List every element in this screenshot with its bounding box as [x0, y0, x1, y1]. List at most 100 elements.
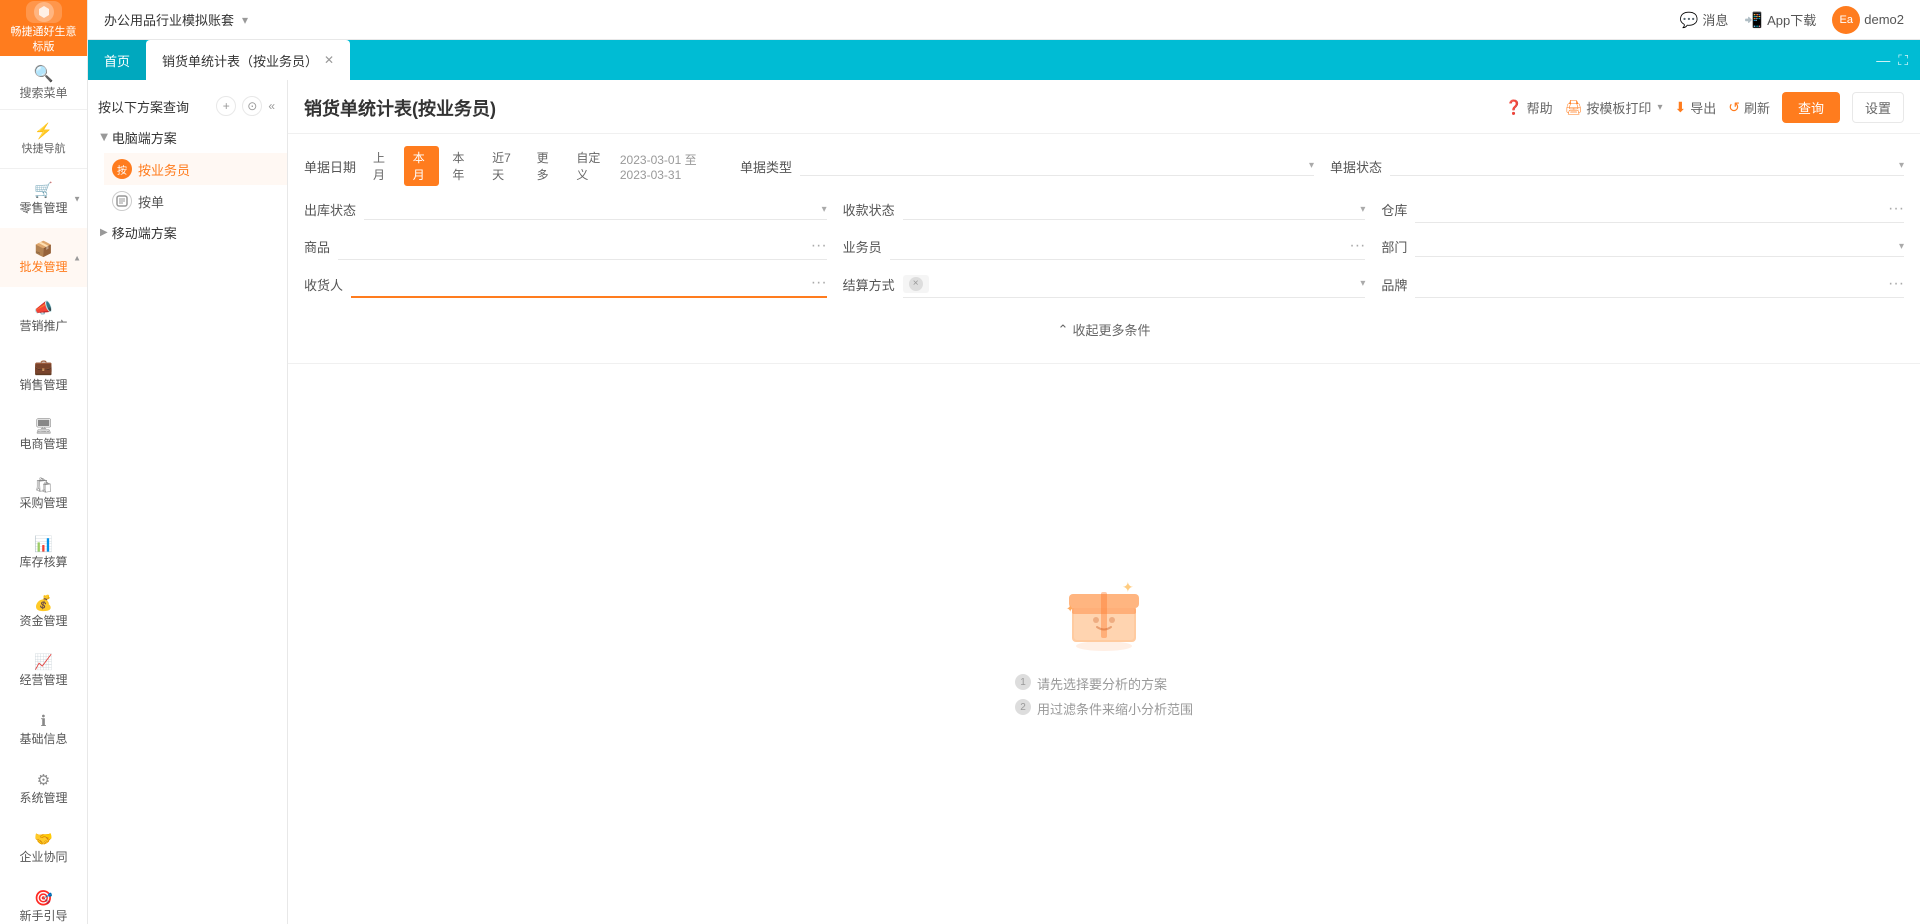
search-label: 搜索菜单 [19, 84, 67, 101]
basic-icon: ℹ [41, 712, 47, 730]
sidebar-item-wholesale[interactable]: 📦 批发管理 [0, 228, 87, 287]
nav-label: 快捷导航 [22, 140, 66, 156]
tree-leaf-by-order-label: 按单 [138, 192, 164, 211]
warehouse-dots-icon[interactable]: ··· [1888, 200, 1904, 218]
filter-order-status: 单据状态 ▾ [1330, 156, 1904, 176]
pay-status-select[interactable]: ▾ [903, 200, 1366, 220]
payment-select[interactable]: × ▾ [903, 271, 1366, 298]
empty-hint-2: 2 用过滤条件来缩小分析范围 [1015, 699, 1193, 718]
tab-close-icon[interactable]: ✕ [324, 53, 334, 67]
quick-nav[interactable]: ⚡ 快捷导航 [0, 110, 87, 169]
sidebar-item-enterprise[interactable]: 🤝 企业协同 [0, 818, 87, 877]
collapse-label: 收起更多条件 [1072, 320, 1150, 339]
page-title: 销货单统计表(按业务员) [304, 95, 496, 121]
svg-text:✦: ✦ [1122, 579, 1134, 595]
purchase-icon: 🛍 [34, 476, 53, 494]
inventory-label: 库存核算 [19, 553, 67, 570]
sidebar-item-newuser[interactable]: 🎯 新手引导 [0, 877, 87, 924]
tree-leaf-by-order[interactable]: 按单 [104, 185, 287, 217]
payment-tag: × [903, 275, 929, 293]
add-scheme-button[interactable]: + [216, 96, 236, 116]
query-button[interactable]: 查询 [1782, 92, 1840, 123]
export-button[interactable]: ⬇ 导出 [1674, 98, 1716, 117]
payment-arrow-icon: ▾ [1360, 278, 1365, 289]
filter-row-1: 单据日期 上月 本月 本年 近7天 更多 自定义 2023-03-01 至 20… [304, 146, 1904, 186]
help-button[interactable]: ❓ 帮助 [1505, 98, 1552, 117]
sidebar-item-retail[interactable]: 🛒 零售管理 [0, 169, 87, 228]
order-type-select[interactable]: ▾ [800, 156, 1314, 176]
collapse-panel-button[interactable]: « [268, 99, 275, 113]
tab-home[interactable]: 首页 [88, 40, 146, 80]
phone-icon: 📲 [1744, 11, 1763, 29]
order-type-label: 单据类型 [740, 157, 792, 176]
workspace-selector[interactable]: 办公用品行业模拟账套 ▾ [104, 10, 248, 29]
help-icon: ❓ [1505, 99, 1522, 116]
sidebar-item-system[interactable]: ⚙ 系统管理 [0, 759, 87, 818]
pay-status-arrow-icon: ▾ [1360, 204, 1365, 215]
enterprise-icon: 🤝 [34, 830, 53, 848]
tree-mobile-header[interactable]: ▶ 移动端方案 [88, 217, 287, 248]
order-status-select[interactable]: ▾ [1390, 156, 1904, 176]
nav-icon: ⚡ [34, 122, 53, 140]
hint-num-2: 2 [1015, 699, 1031, 715]
tab-sales-stat[interactable]: 销货单统计表（按业务员） ✕ [146, 40, 350, 80]
order-status-label: 单据状态 [1330, 157, 1382, 176]
filter-ship-status: 出库状态 ▾ [304, 200, 827, 220]
filter-brand: 品牌 ··· [1381, 271, 1904, 298]
settings-button[interactable]: 设置 [1852, 92, 1904, 123]
left-panel: 按以下方案查询 + ⊙ « ▶ 电脑端方案 按 按业务员 [88, 80, 288, 924]
user-name: demo2 [1864, 12, 1904, 27]
copy-scheme-button[interactable]: ⊙ [242, 96, 262, 116]
print-button[interactable]: 🖨 按模板打印 ▾ [1565, 98, 1663, 117]
help-label: 帮助 [1527, 98, 1553, 117]
sidebar-item-purchase[interactable]: 🛍 采购管理 [0, 464, 87, 523]
refresh-button[interactable]: ↺ 刷新 [1728, 98, 1770, 117]
date-btn-last-month[interactable]: 上月 [364, 146, 400, 186]
inventory-icon: 📊 [34, 535, 53, 553]
date-range-text: 2023-03-01 至 2023-03-31 [620, 151, 724, 182]
goods-dots-icon[interactable]: ··· [811, 237, 827, 255]
sidebar-item-basic[interactable]: ℹ 基础信息 [0, 700, 87, 759]
tab-minimize-button[interactable]: — [1876, 52, 1890, 68]
search-menu-item[interactable]: 🔍 搜索菜单 [0, 56, 87, 110]
staff-dots-icon[interactable]: ··· [1349, 237, 1365, 255]
app-download-button[interactable]: 📲 App下载 [1744, 10, 1816, 29]
filter-row-3: 商品 ··· 业务员 ··· 部门 [304, 233, 1904, 260]
message-label: 消息 [1702, 10, 1728, 29]
tab-maximize-button[interactable]: ⛶ [1898, 52, 1908, 69]
payment-tag-close[interactable]: × [909, 277, 923, 291]
sidebar-item-inventory[interactable]: 📊 库存核算 [0, 523, 87, 582]
sidebar-item-finance[interactable]: 💰 资金管理 [0, 582, 87, 641]
main-area: 办公用品行业模拟账套 ▾ 💬 消息 📲 App下载 Ea demo2 首页 [88, 0, 1920, 924]
logo-subtext: 标版 [33, 40, 55, 55]
retail-label: 零售管理 [19, 199, 67, 216]
tree-desktop-header[interactable]: ▶ 电脑端方案 [88, 122, 287, 153]
date-btn-7days[interactable]: 近7天 [483, 146, 524, 186]
leaf-icon-by-staff: 按 [112, 159, 132, 179]
date-btn-this-month[interactable]: 本月 [404, 146, 440, 186]
filter-section: 单据日期 上月 本月 本年 近7天 更多 自定义 2023-03-01 至 20… [288, 134, 1920, 364]
wholesale-label: 批发管理 [19, 258, 67, 275]
date-btn-more[interactable]: 更多 [528, 146, 564, 186]
message-button[interactable]: 💬 消息 [1680, 10, 1729, 29]
sidebar-item-ecommerce[interactable]: 🖥 电商管理 [0, 405, 87, 464]
date-btn-this-year[interactable]: 本年 [443, 146, 479, 186]
sidebar-item-operation[interactable]: 📈 经营管理 [0, 641, 87, 700]
sidebar-item-sales[interactable]: 💼 销售管理 [0, 346, 87, 405]
user-profile[interactable]: Ea demo2 [1832, 6, 1904, 34]
receiver-dots-icon[interactable]: ··· [811, 274, 827, 292]
refresh-icon: ↺ [1728, 99, 1740, 116]
date-btn-custom[interactable]: 自定义 [567, 146, 612, 186]
tree-leaf-by-staff[interactable]: 按 按业务员 [104, 153, 287, 185]
brand-dots-icon[interactable]: ··· [1888, 275, 1904, 293]
empty-box-svg: ✦ ✦ [1054, 564, 1154, 654]
sidebar-item-marketing[interactable]: 📣 营销推广 [0, 287, 87, 346]
export-label: 导出 [1690, 98, 1716, 117]
quick-nav-item[interactable]: ⚡ 快捷导航 [0, 114, 87, 164]
hint-text-2: 用过滤条件来缩小分析范围 [1037, 699, 1193, 718]
collapse-button[interactable]: ⌃ 收起更多条件 [1046, 316, 1163, 343]
payment-label: 结算方式 [843, 275, 895, 294]
ship-status-select[interactable]: ▾ [364, 200, 827, 220]
dept-select[interactable]: ▾ [1415, 237, 1904, 257]
refresh-label: 刷新 [1744, 98, 1770, 117]
